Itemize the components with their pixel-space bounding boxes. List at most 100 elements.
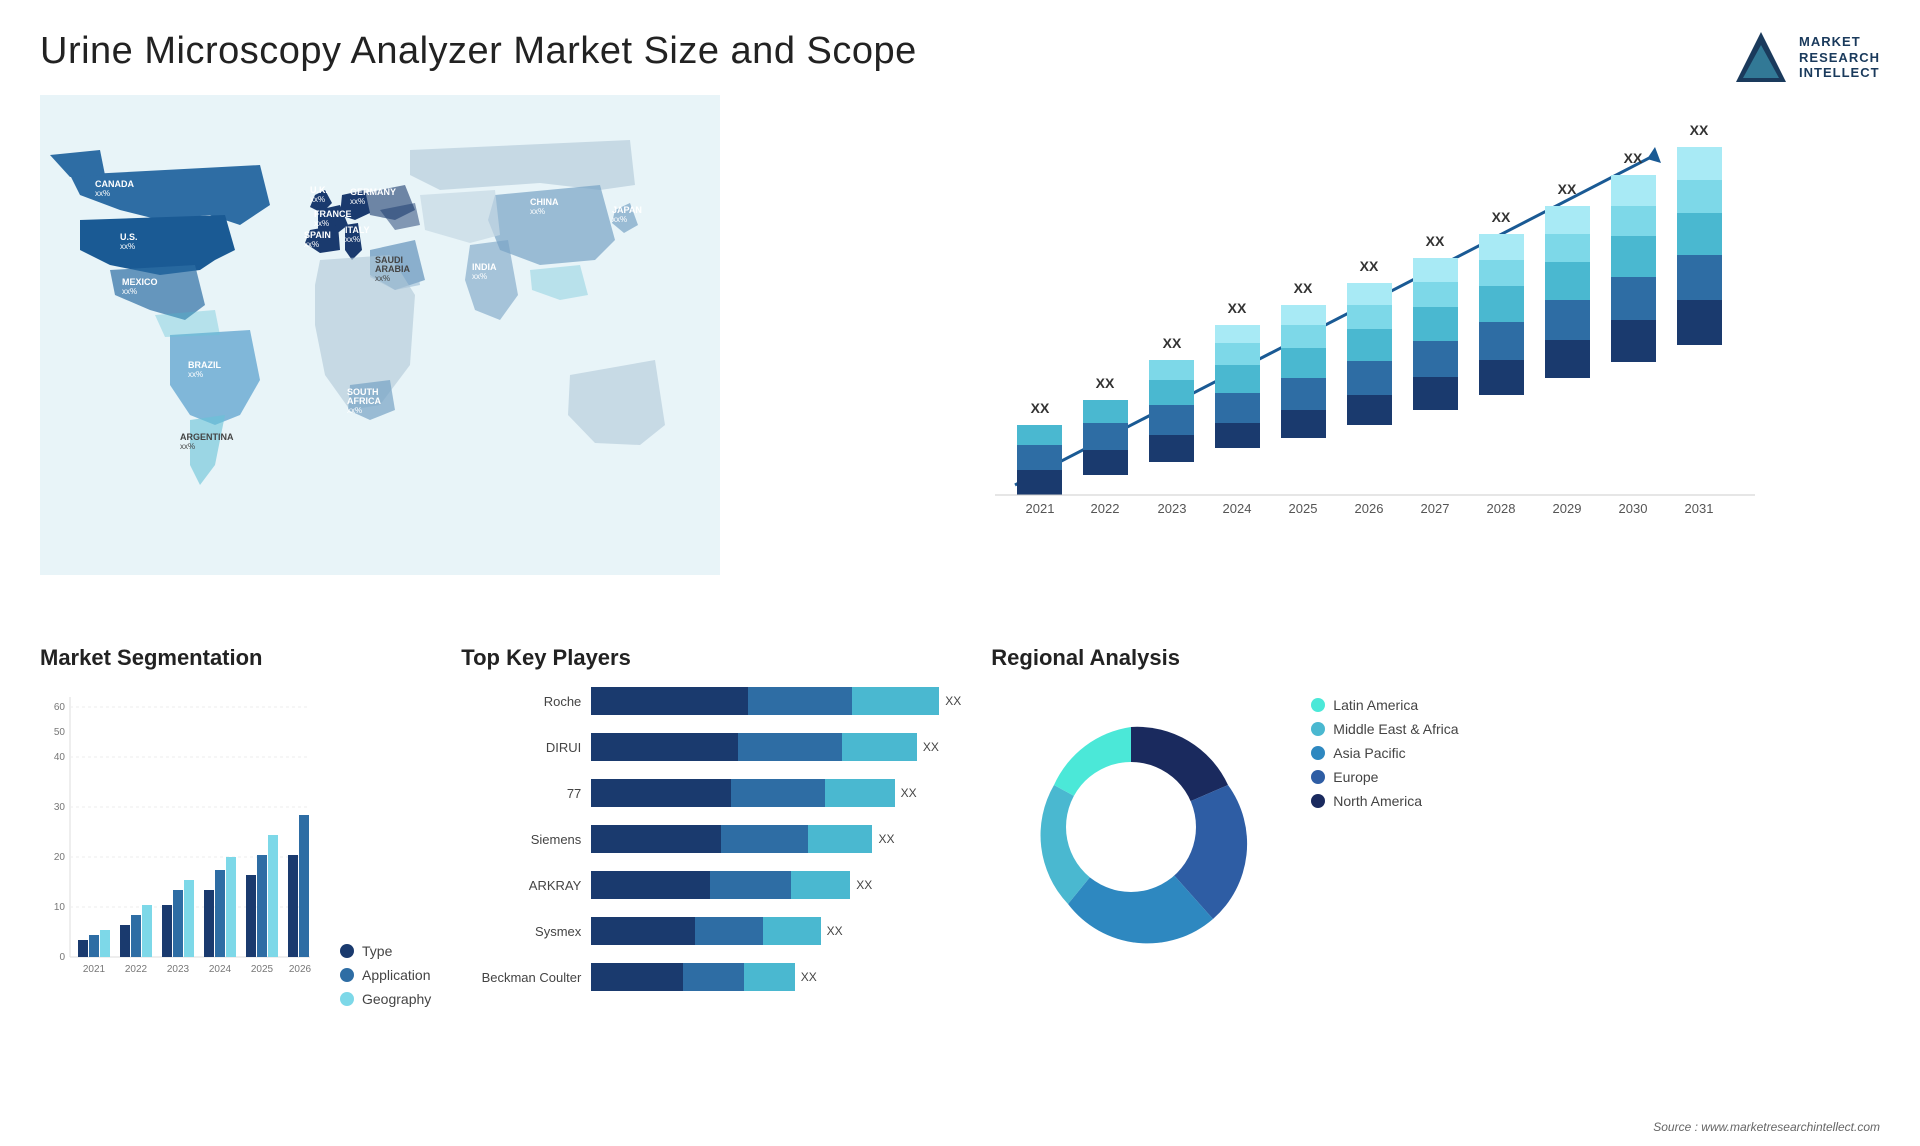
svg-text:10: 10 [54,902,66,913]
us-label: U.S. [120,232,138,242]
player-sysmex: Sysmex XX [461,917,961,945]
svg-text:XX: XX [1360,258,1379,274]
svg-text:2029: 2029 [1553,501,1582,516]
india-label: INDIA [472,262,497,272]
legend-type: Type [340,943,431,959]
legend-asia-pacific: Asia Pacific [1311,745,1405,761]
france-label: FRANCE [314,209,352,219]
svg-text:xx%: xx% [314,219,329,228]
svg-text:2024: 2024 [1223,501,1252,516]
legend-geography: Geography [340,991,431,1007]
regional-title: Regional Analysis [991,645,1880,671]
regional-section: Regional Analysis [991,645,1880,1135]
player-roche: Roche XX [461,687,961,715]
player-beckman: Beckman Coulter XX [461,963,961,991]
players-section: Top Key Players Roche XX DIRUI [461,645,961,1135]
argentina-label: ARGENTINA [180,432,234,442]
svg-text:xx%: xx% [188,370,203,379]
logo-icon [1734,30,1789,85]
segmentation-title: Market Segmentation [40,645,431,671]
svg-text:ARABIA: ARABIA [375,264,410,274]
canada-label: CANADA [95,179,134,189]
svg-text:XX: XX [1031,400,1050,416]
svg-text:XX: XX [1163,335,1182,351]
legend-geography-dot [340,992,354,1006]
svg-text:2023: 2023 [1158,501,1187,516]
svg-text:xx%: xx% [120,242,135,251]
player-77: 77 XX [461,779,961,807]
mexico-label: MEXICO [122,277,158,287]
svg-text:2022: 2022 [125,964,148,975]
svg-text:40: 40 [54,752,66,763]
page-title: Urine Microscopy Analyzer Market Size an… [40,30,917,73]
svg-text:XX: XX [1228,300,1247,316]
svg-text:2023: 2023 [167,964,190,975]
main-content: CANADA xx% U.S. xx% MEXICO xx% BRAZIL xx… [0,95,1920,625]
svg-text:XX: XX [1426,233,1445,249]
svg-text:2031: 2031 [1685,501,1714,516]
svg-text:xx%: xx% [180,442,195,451]
svg-text:20: 20 [54,852,66,863]
trend-chart: XX XX XX XX [750,105,1880,565]
italy-label: ITALY [345,225,370,235]
japan-label: JAPAN [612,205,642,215]
svg-text:xx%: xx% [95,189,110,198]
player-siemens: Siemens XX [461,825,961,853]
svg-text:2026: 2026 [289,964,312,975]
legend-application: Application [340,967,431,983]
legend-application-dot [340,968,354,982]
svg-text:2021: 2021 [83,964,106,975]
svg-text:2027: 2027 [1421,501,1450,516]
svg-text:xx%: xx% [375,274,390,283]
players-title: Top Key Players [461,645,961,671]
latin-america-dot [1311,698,1325,712]
world-map: CANADA xx% U.S. xx% MEXICO xx% BRAZIL xx… [40,95,720,575]
donut-chart-container [991,687,1271,972]
uk-label: U.K. [310,185,328,195]
north-america-dot [1311,794,1325,808]
legend-europe: Europe [1311,769,1378,785]
svg-text:xx%: xx% [310,195,325,204]
segmentation-section: Market Segmentation 0 10 20 30 40 60 50 [40,645,431,1135]
bottom-content: Market Segmentation 0 10 20 30 40 60 50 [0,625,1920,1145]
spain-label: SPAIN [304,230,331,240]
svg-text:XX: XX [1690,122,1709,138]
segmentation-legend: Type Application Geography [340,943,431,1007]
source-text: Source : www.marketresearchintellect.com [1653,1120,1880,1134]
svg-text:30: 30 [54,802,66,813]
segmentation-chart: 0 10 20 30 40 60 50 [40,687,320,1007]
svg-text:2025: 2025 [251,964,274,975]
svg-text:xx%: xx% [345,235,360,244]
svg-text:XX: XX [1558,181,1577,197]
svg-text:XX: XX [1294,280,1313,296]
regional-legend: Latin America Middle East & Africa Asia … [1291,697,1458,809]
legend-type-dot [340,944,354,958]
regional-content: Latin America Middle East & Africa Asia … [991,687,1880,972]
svg-text:2028: 2028 [1487,501,1516,516]
svg-text:2025: 2025 [1289,501,1318,516]
europe-dot [1311,770,1325,784]
svg-text:xx%: xx% [612,215,627,224]
middle-east-dot [1311,722,1325,736]
svg-text:XX: XX [1624,150,1643,166]
svg-text:2024: 2024 [209,964,232,975]
trend-chart-section: XX XX XX XX [750,95,1880,625]
svg-text:2022: 2022 [1091,501,1120,516]
svg-text:2021: 2021 [1026,501,1055,516]
svg-text:60: 60 [54,702,66,713]
svg-text:0: 0 [59,952,65,963]
china-label: CHINA [530,197,559,207]
logo-area: MARKET RESEARCH INTELLECT [1734,30,1880,85]
legend-latin-america: Latin America [1311,697,1418,713]
svg-text:AFRICA: AFRICA [347,396,381,406]
brazil-label: BRAZIL [188,360,221,370]
svg-text:2026: 2026 [1355,501,1384,516]
svg-text:xx%: xx% [472,272,487,281]
asia-pacific-dot [1311,746,1325,760]
svg-text:50: 50 [54,727,66,738]
svg-text:xx%: xx% [350,197,365,206]
logo-text: MARKET RESEARCH INTELLECT [1799,34,1880,81]
svg-text:xx%: xx% [347,406,362,415]
players-list: Roche XX DIRUI [461,687,961,991]
svg-text:XX: XX [1492,209,1511,225]
